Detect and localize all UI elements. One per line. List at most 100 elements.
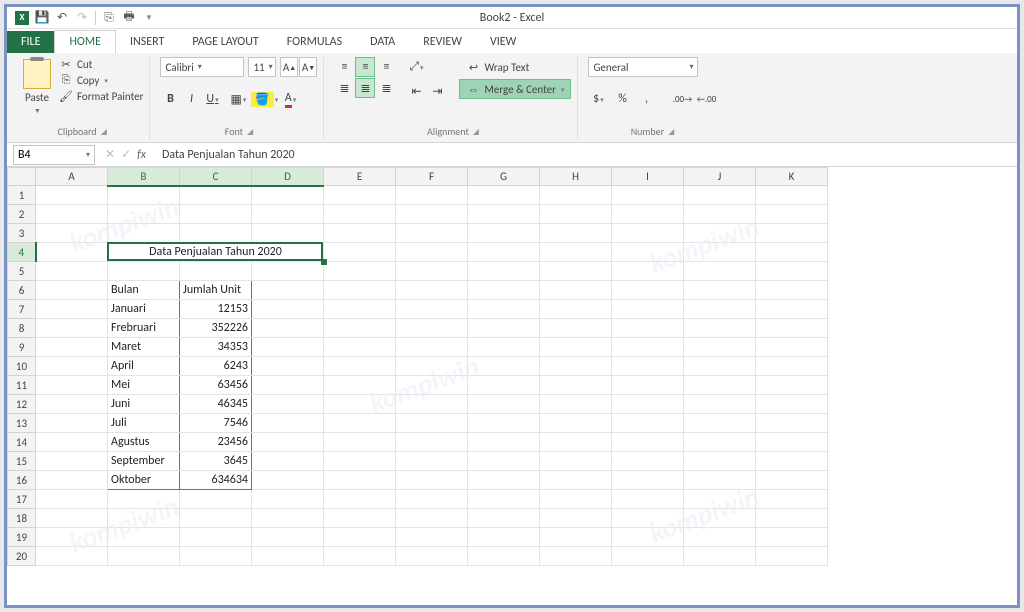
- cell-J2[interactable]: [684, 205, 756, 224]
- align-bottom-button[interactable]: ≡: [376, 57, 396, 77]
- row-header-13[interactable]: 13: [8, 414, 36, 433]
- cell-J13[interactable]: [684, 414, 756, 433]
- cell-J16[interactable]: [684, 471, 756, 490]
- cell-F16[interactable]: [396, 471, 468, 490]
- cell-I3[interactable]: [612, 224, 684, 243]
- cell-E4[interactable]: [324, 243, 396, 262]
- clipboard-dialog-icon[interactable]: ◢: [101, 127, 107, 137]
- border-button[interactable]: ▦▾: [228, 89, 248, 109]
- column-header-D[interactable]: D: [252, 168, 324, 186]
- cell-E1[interactable]: [324, 186, 396, 205]
- cell-J19[interactable]: [684, 528, 756, 547]
- cell-I2[interactable]: [612, 205, 684, 224]
- cut-button[interactable]: ✂Cut: [59, 57, 143, 71]
- cell-I15[interactable]: [612, 452, 684, 471]
- cell-D7[interactable]: [252, 300, 324, 319]
- cell-F6[interactable]: [396, 281, 468, 300]
- row-header-9[interactable]: 9: [8, 338, 36, 357]
- cell-K12[interactable]: [756, 395, 828, 414]
- cell-K3[interactable]: [756, 224, 828, 243]
- cell-C19[interactable]: [180, 528, 252, 547]
- cell-K9[interactable]: [756, 338, 828, 357]
- cell-A19[interactable]: [36, 528, 108, 547]
- cell-J15[interactable]: [684, 452, 756, 471]
- redo-icon[interactable]: ↷: [75, 11, 89, 25]
- cell-I18[interactable]: [612, 509, 684, 528]
- cell-F20[interactable]: [396, 547, 468, 566]
- cell-E9[interactable]: [324, 338, 396, 357]
- number-dialog-icon[interactable]: ◢: [668, 127, 674, 137]
- cell-J6[interactable]: [684, 281, 756, 300]
- cell-C20[interactable]: [180, 547, 252, 566]
- row-header-8[interactable]: 8: [8, 319, 36, 338]
- row-header-6[interactable]: 6: [8, 281, 36, 300]
- row-header-16[interactable]: 16: [8, 471, 36, 490]
- row-header-19[interactable]: 19: [8, 528, 36, 547]
- cell-E6[interactable]: [324, 281, 396, 300]
- cell-A3[interactable]: [36, 224, 108, 243]
- cell-G3[interactable]: [468, 224, 540, 243]
- cell-A1[interactable]: [36, 186, 108, 205]
- cell-C11[interactable]: 63456: [180, 376, 252, 395]
- cell-G6[interactable]: [468, 281, 540, 300]
- cell-C15[interactable]: 3645: [180, 452, 252, 471]
- cell-I10[interactable]: [612, 357, 684, 376]
- name-box[interactable]: B4▾: [13, 145, 95, 165]
- cell-H19[interactable]: [540, 528, 612, 547]
- qat-custom-icon-2[interactable]: 🖶: [122, 11, 136, 25]
- cell-D15[interactable]: [252, 452, 324, 471]
- tab-data[interactable]: DATA: [356, 31, 409, 53]
- cell-E5[interactable]: [324, 262, 396, 281]
- cell-A12[interactable]: [36, 395, 108, 414]
- cell-G20[interactable]: [468, 547, 540, 566]
- cell-J12[interactable]: [684, 395, 756, 414]
- cell-H7[interactable]: [540, 300, 612, 319]
- cell-H3[interactable]: [540, 224, 612, 243]
- cell-F2[interactable]: [396, 205, 468, 224]
- cell-G19[interactable]: [468, 528, 540, 547]
- tab-formulas[interactable]: FORMULAS: [273, 31, 356, 53]
- cell-A6[interactable]: [36, 281, 108, 300]
- cell-B20[interactable]: [108, 547, 180, 566]
- fx-icon[interactable]: fx: [137, 148, 146, 162]
- align-middle-button[interactable]: ≡: [355, 57, 375, 77]
- tab-insert[interactable]: INSERT: [116, 31, 178, 53]
- cell-B16[interactable]: Oktober: [108, 471, 180, 490]
- column-header-B[interactable]: B: [108, 168, 180, 186]
- row-header-7[interactable]: 7: [8, 300, 36, 319]
- accounting-format-button[interactable]: $▾: [588, 89, 608, 109]
- cell-E8[interactable]: [324, 319, 396, 338]
- cell-G8[interactable]: [468, 319, 540, 338]
- copy-button[interactable]: ⎘Copy▾: [59, 73, 143, 87]
- cell-C13[interactable]: 7546: [180, 414, 252, 433]
- cell-B7[interactable]: Januari: [108, 300, 180, 319]
- cell-H12[interactable]: [540, 395, 612, 414]
- cell-I19[interactable]: [612, 528, 684, 547]
- font-color-button[interactable]: A▾: [280, 89, 300, 109]
- fill-color-button[interactable]: 🪣▾: [254, 89, 274, 109]
- cell-J4[interactable]: [684, 243, 756, 262]
- cell-F11[interactable]: [396, 376, 468, 395]
- cell-K6[interactable]: [756, 281, 828, 300]
- row-header-2[interactable]: 2: [8, 205, 36, 224]
- cell-K16[interactable]: [756, 471, 828, 490]
- align-center-button[interactable]: ≣: [355, 78, 375, 98]
- cell-A17[interactable]: [36, 490, 108, 509]
- cell-I8[interactable]: [612, 319, 684, 338]
- cell-B3[interactable]: [108, 224, 180, 243]
- cell-H18[interactable]: [540, 509, 612, 528]
- cell-C7[interactable]: 12153: [180, 300, 252, 319]
- cell-H9[interactable]: [540, 338, 612, 357]
- underline-button[interactable]: U▾: [202, 89, 222, 109]
- font-dialog-icon[interactable]: ◢: [247, 127, 253, 137]
- cell-B18[interactable]: [108, 509, 180, 528]
- cell-A20[interactable]: [36, 547, 108, 566]
- cell-H17[interactable]: [540, 490, 612, 509]
- cell-J14[interactable]: [684, 433, 756, 452]
- cell-G10[interactable]: [468, 357, 540, 376]
- cell-H15[interactable]: [540, 452, 612, 471]
- cell-D10[interactable]: [252, 357, 324, 376]
- paste-button[interactable]: Paste ▼: [21, 57, 53, 117]
- cell-J11[interactable]: [684, 376, 756, 395]
- cell-K5[interactable]: [756, 262, 828, 281]
